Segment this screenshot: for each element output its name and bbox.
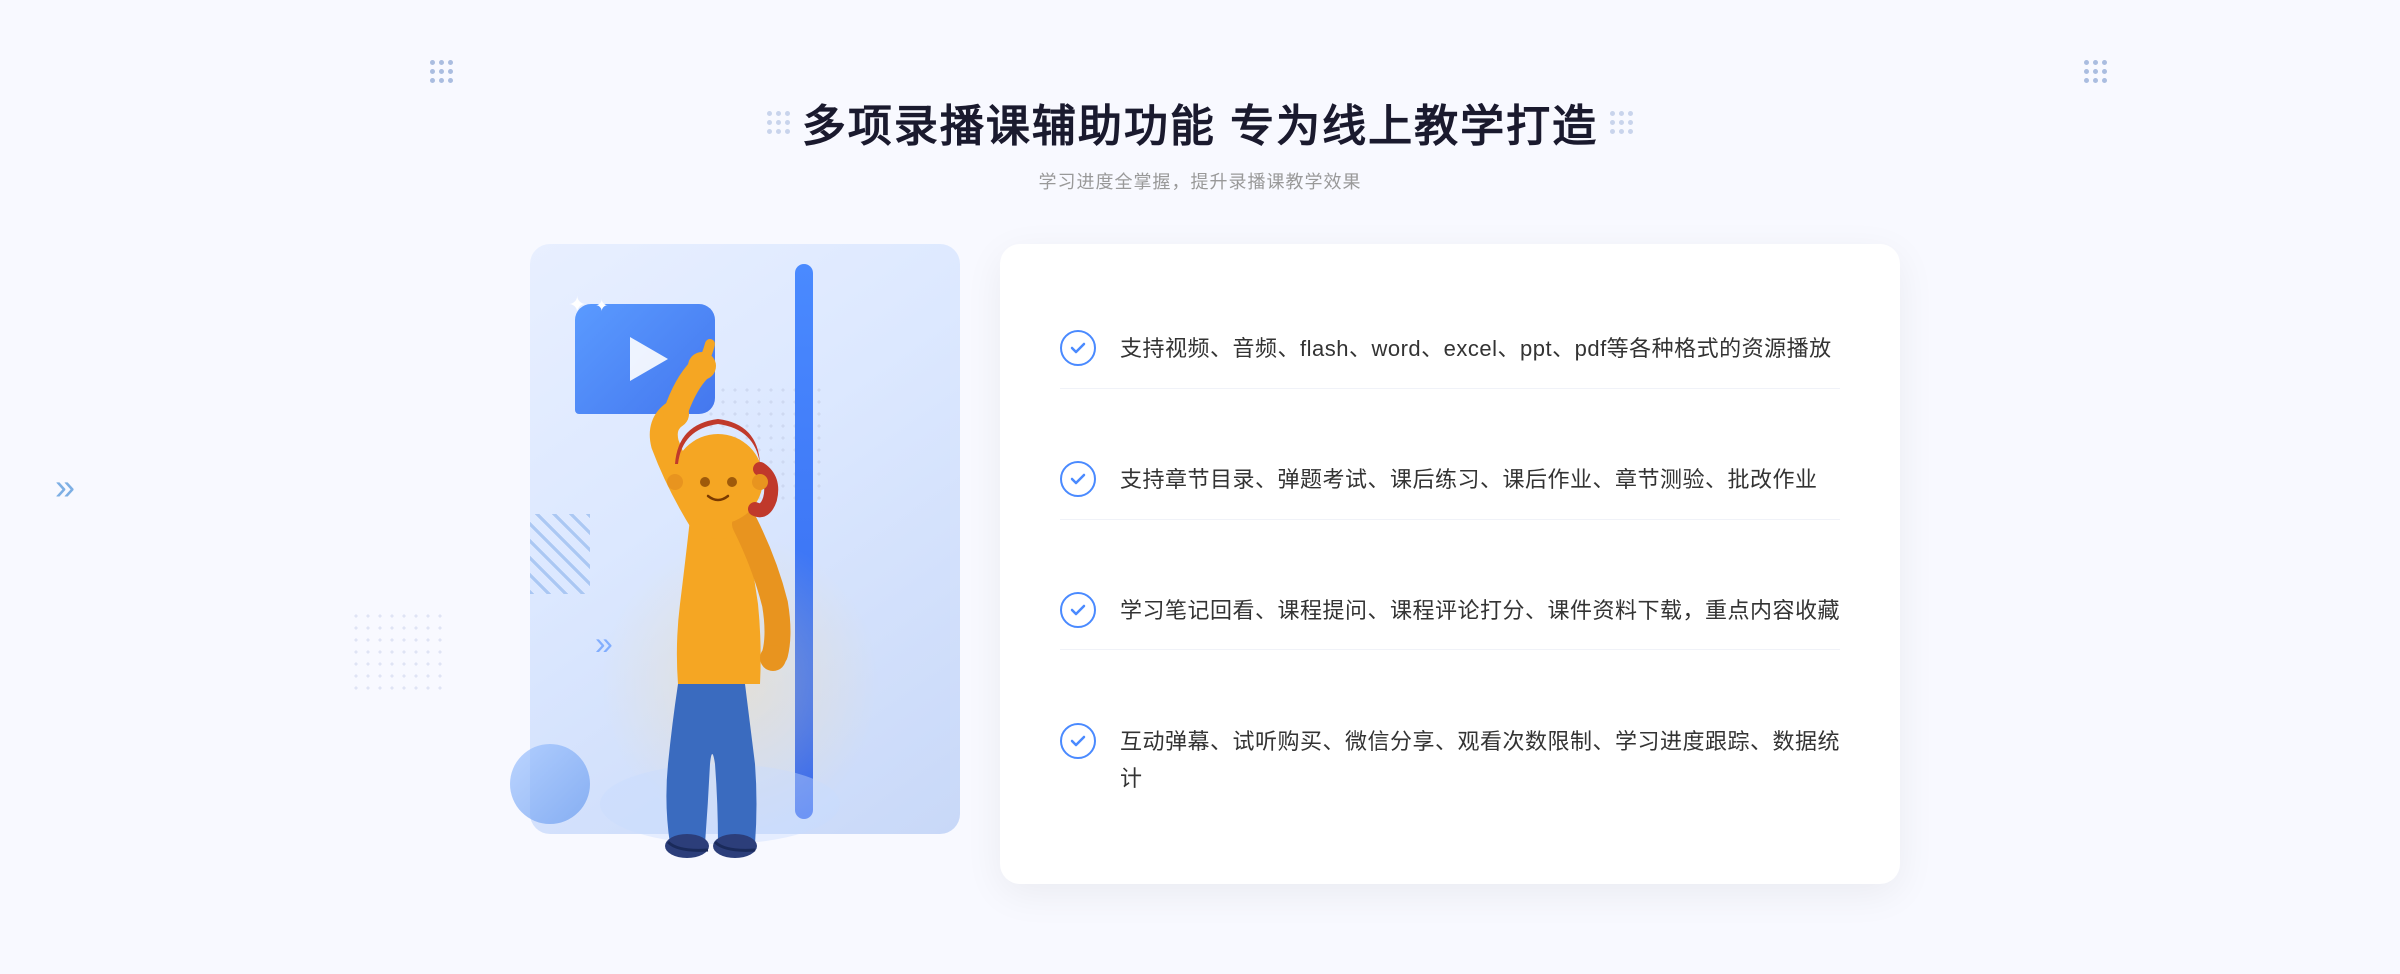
svg-text:»: » xyxy=(595,625,613,661)
feature-item-2: 支持章节目录、弹题考试、课后练习、课后作业、章节测验、批改作业 xyxy=(1060,441,1840,519)
sparkle-decoration-1: ✦ xyxy=(568,292,586,318)
check-icon-4 xyxy=(1060,723,1096,759)
check-icon-3 xyxy=(1060,592,1096,628)
feature-item-3: 学习笔记回看、课程提问、课程评论打分、课件资料下载，重点内容收藏 xyxy=(1060,572,1840,650)
page-title: 多项录播课辅助功能 专为线上教学打造 xyxy=(767,90,1633,154)
illustration-area: ✦ ✦ xyxy=(500,244,1020,884)
left-arrow-decoration: » xyxy=(55,466,67,508)
feature-item-4: 互动弹幕、试听购买、微信分享、观看次数限制、学习进度跟踪、数据统计 xyxy=(1060,703,1840,818)
features-panel: 支持视频、音频、flash、word、excel、ppt、pdf等各种格式的资源… xyxy=(1000,244,1900,884)
content-section: ✦ ✦ xyxy=(500,244,1900,884)
page-wrapper: » 多项录播课辅助功能 专为线上教学打造 学习进度全掌握，提升录播课教学效果 xyxy=(0,0,2400,974)
check-icon-2 xyxy=(1060,461,1096,497)
human-figure: » xyxy=(560,324,880,884)
title-dots-left xyxy=(767,111,790,134)
dots-pattern-bottom xyxy=(350,610,450,690)
feature-text-2: 支持章节目录、弹题考试、课后练习、课后作业、章节测验、批改作业 xyxy=(1120,461,1818,498)
sparkle-decoration-2: ✦ xyxy=(595,296,608,316)
feature-text-3: 学习笔记回看、课程提问、课程评论打分、课件资料下载，重点内容收藏 xyxy=(1120,592,1840,629)
feature-item-1: 支持视频、音频、flash、word、excel、ppt、pdf等各种格式的资源… xyxy=(1060,310,1840,388)
decorative-dots-left xyxy=(430,60,446,76)
check-icon-1 xyxy=(1060,330,1096,366)
feature-text-1: 支持视频、音频、flash、word、excel、ppt、pdf等各种格式的资源… xyxy=(1120,330,1832,367)
feature-text-4: 互动弹幕、试听购买、微信分享、观看次数限制、学习进度跟踪、数据统计 xyxy=(1120,723,1840,798)
page-subtitle: 学习进度全掌握，提升录播课教学效果 xyxy=(767,168,1633,194)
title-dots-right xyxy=(1610,111,1633,134)
header-section: 多项录播课辅助功能 专为线上教学打造 学习进度全掌握，提升录播课教学效果 xyxy=(767,90,1633,194)
decorative-dots-right xyxy=(2084,60,2100,76)
